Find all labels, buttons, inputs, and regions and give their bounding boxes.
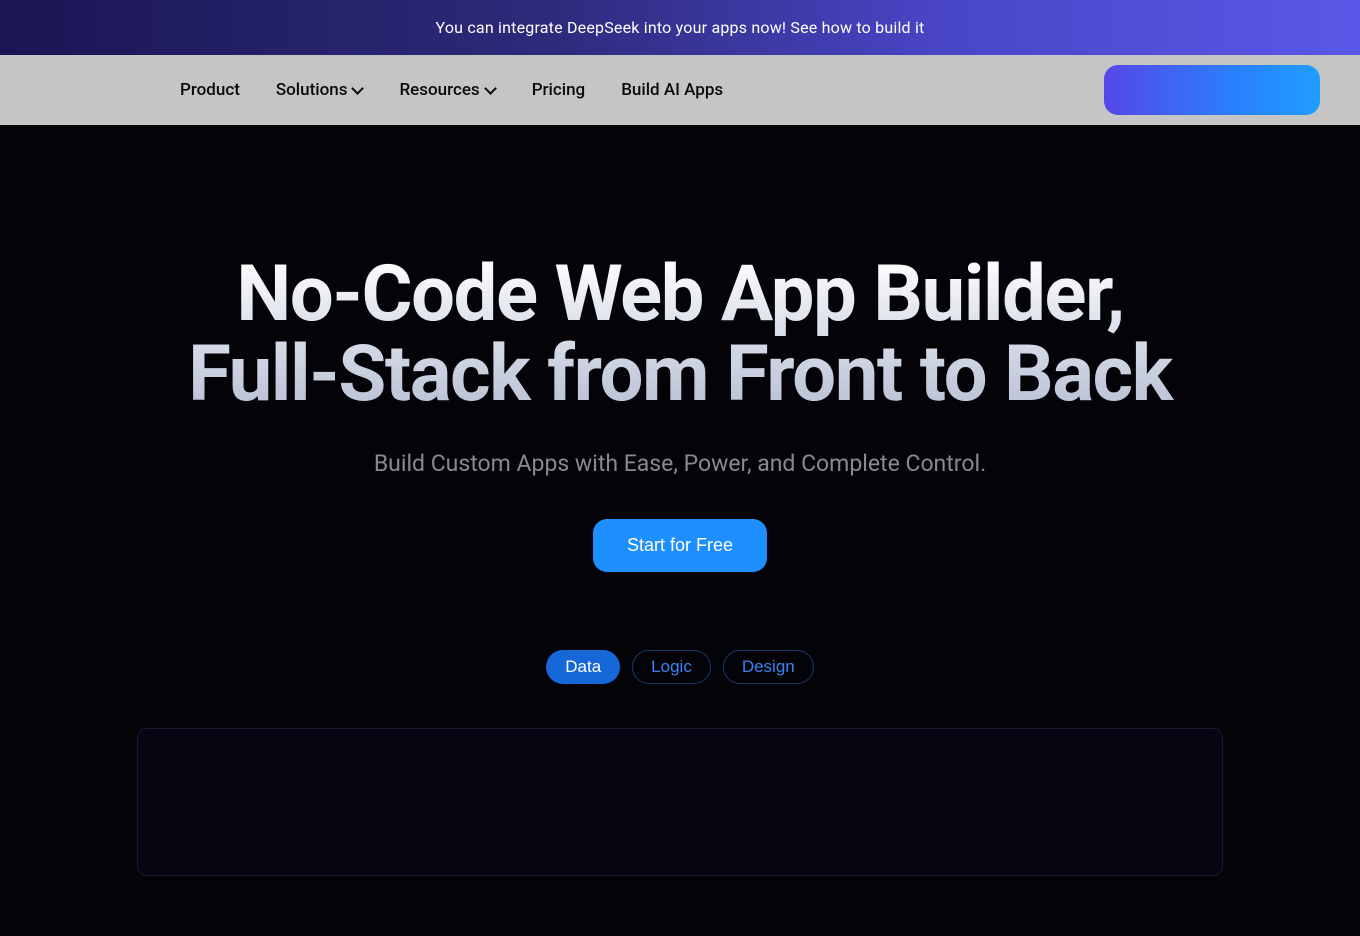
nav-resources[interactable]: Resources bbox=[381, 70, 513, 110]
chevron-down-icon bbox=[353, 87, 363, 93]
tab-logic[interactable]: Logic bbox=[632, 650, 711, 684]
nav-label: Build AI Apps bbox=[621, 80, 723, 100]
nav-label: Pricing bbox=[532, 80, 586, 100]
hero-title-line2: Full-Stack from Front to Back bbox=[188, 329, 1172, 420]
nav-build-ai[interactable]: Build AI Apps bbox=[603, 70, 741, 110]
tab-data[interactable]: Data bbox=[546, 650, 620, 684]
feature-preview-box bbox=[137, 728, 1223, 876]
chevron-down-icon bbox=[486, 87, 496, 93]
nav-cta-button[interactable] bbox=[1104, 65, 1320, 115]
tab-design[interactable]: Design bbox=[723, 650, 814, 684]
feature-tabs: Data Logic Design bbox=[40, 650, 1320, 684]
announcement-banner[interactable]: You can integrate DeepSeek into your app… bbox=[0, 0, 1360, 55]
hero-section: No-Code Web App Builder, Full-Stack from… bbox=[0, 125, 1360, 936]
main-navbar: Product Solutions Resources Pricing Buil… bbox=[0, 55, 1360, 125]
nav-pricing[interactable]: Pricing bbox=[514, 70, 604, 110]
nav-label: Product bbox=[180, 80, 240, 100]
hero-title-line1: No-Code Web App Builder, bbox=[236, 249, 1124, 340]
nav-label: Solutions bbox=[276, 80, 348, 100]
nav-product[interactable]: Product bbox=[180, 70, 258, 110]
nav-links: Product Solutions Resources Pricing Buil… bbox=[180, 70, 741, 110]
hero-subtitle: Build Custom Apps with Ease, Power, and … bbox=[40, 450, 1320, 477]
start-free-button[interactable]: Start for Free bbox=[593, 519, 767, 572]
banner-text: You can integrate DeepSeek into your app… bbox=[436, 18, 925, 37]
nav-solutions[interactable]: Solutions bbox=[258, 70, 382, 110]
hero-title: No-Code Web App Builder, Full-Stack from… bbox=[40, 255, 1320, 414]
nav-label: Resources bbox=[399, 80, 479, 100]
